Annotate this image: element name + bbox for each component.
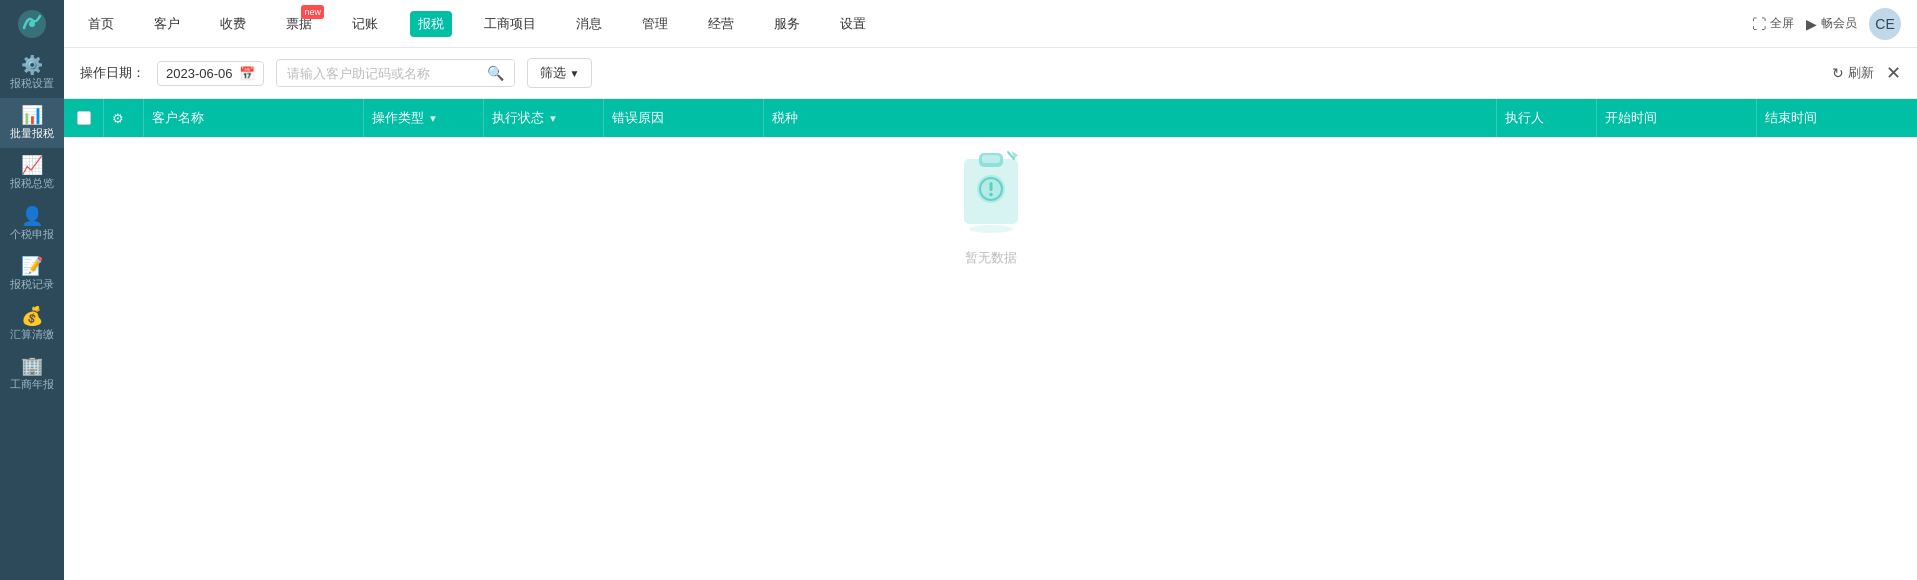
sidebar-item-label: 批量报税 — [10, 127, 54, 140]
nav-home[interactable]: 首页 — [80, 11, 122, 37]
sort-icon: ▼ — [548, 113, 558, 124]
svg-point-9 — [989, 193, 993, 197]
filter-button[interactable]: 筛选 ▼ — [527, 58, 593, 88]
chevron-down-icon: ▼ — [570, 68, 580, 79]
nav-gongshang[interactable]: 工商项目 — [476, 11, 544, 37]
nav-fuwu[interactable]: 服务 — [766, 11, 808, 37]
header-checkbox[interactable] — [77, 111, 91, 125]
nav-jingying[interactable]: 经营 — [700, 11, 742, 37]
sidebar-item-label: 报税设置 — [10, 77, 54, 90]
th-start-time: 开始时间 — [1597, 99, 1757, 137]
fullscreen-icon: ⛶ — [1752, 16, 1766, 32]
topnav: 首页 客户 收费 票据 new 记账 报税 工商项目 消息 — [64, 0, 1917, 48]
sidebar-item-gongshang-nianbao[interactable]: 🏢 工商年报 — [0, 349, 64, 399]
table-scroll-area[interactable]: 暂无数据 — [64, 137, 1917, 580]
nav-shoufei[interactable]: 收费 — [212, 11, 254, 37]
settings-icon: ⚙ — [112, 111, 124, 126]
nav-guanli[interactable]: 管理 — [634, 11, 676, 37]
table-header: ⚙ 客户名称 操作类型 ▼ 执行状态 ▼ 错误原因 税种 — [64, 99, 1917, 137]
sidebar-item-baoshui-shezhi[interactable]: ⚙️ 报税设置 — [0, 48, 64, 98]
calendar-icon: 📅 — [239, 66, 255, 81]
sidebar-item-label: 汇算清缴 — [10, 328, 54, 341]
search-button[interactable]: 🔍 — [477, 60, 514, 86]
th-executor: 执行人 — [1497, 99, 1597, 137]
main-wrapper: 首页 客户 收费 票据 new 记账 报税 工商项目 消息 — [64, 0, 1917, 580]
nianbao-icon: 🏢 — [21, 357, 43, 375]
svg-rect-5 — [982, 155, 1000, 163]
refresh-icon: ↻ — [1832, 65, 1844, 81]
topnav-right: ⛶ 全屏 ▶ 畅会员 CE — [1752, 8, 1901, 40]
svg-point-12 — [969, 225, 1013, 233]
sort-icon: ▼ — [428, 113, 438, 124]
th-tax-type: 税种 — [764, 99, 1497, 137]
piaoju-new-badge: new — [301, 5, 324, 19]
search-input[interactable] — [277, 61, 477, 86]
sidebar-item-label: 报税记录 — [10, 278, 54, 291]
sidebar-logo — [0, 0, 64, 48]
th-end-time: 结束时间 — [1757, 99, 1917, 137]
table-body: 暂无数据 — [64, 137, 1917, 267]
fullscreen-button[interactable]: ⛶ 全屏 — [1752, 15, 1794, 32]
sidebar-item-geshui-shenbao[interactable]: 👤 个税申报 — [0, 199, 64, 249]
refresh-button[interactable]: ↻ 刷新 — [1832, 64, 1874, 82]
huisuan-icon: 💰 — [21, 307, 43, 325]
close-button[interactable]: ✕ — [1886, 64, 1901, 82]
th-exec-status[interactable]: 执行状态 ▼ — [484, 99, 604, 137]
empty-text: 暂无数据 — [965, 249, 1017, 267]
geshui-icon: 👤 — [21, 207, 43, 225]
member-icon: ▶ — [1806, 16, 1817, 32]
sidebar-item-huisuan-jiaona[interactable]: 💰 汇算清缴 — [0, 299, 64, 349]
svg-rect-8 — [989, 182, 992, 191]
date-picker[interactable]: 2023-06-06 📅 — [157, 61, 264, 86]
sidebar: ⚙️ 报税设置 📊 批量报税 📈 报税总览 👤 个税申报 📝 报税记录 💰 汇算… — [0, 0, 64, 580]
nav-items: 首页 客户 收费 票据 new 记账 报税 工商项目 消息 — [80, 11, 1752, 37]
nav-jiezhang[interactable]: 记账 — [344, 11, 386, 37]
date-label: 操作日期： — [80, 64, 145, 82]
avatar[interactable]: CE — [1869, 8, 1901, 40]
table-container: ⚙ 客户名称 操作类型 ▼ 执行状态 ▼ 错误原因 税种 — [64, 99, 1917, 580]
member-button[interactable]: ▶ 畅会员 — [1806, 15, 1857, 32]
baoshui-shezhi-icon: ⚙️ — [21, 56, 43, 74]
search-icon: 🔍 — [487, 65, 504, 81]
nav-customer[interactable]: 客户 — [146, 11, 188, 37]
nav-baoshui[interactable]: 报税 — [410, 11, 452, 37]
empty-illustration — [946, 137, 1036, 237]
sidebar-item-piliang-baoshui[interactable]: 📊 批量报税 — [0, 98, 64, 148]
nav-piaoju[interactable]: 票据 new — [278, 11, 320, 37]
empty-state: 暂无数据 — [946, 137, 1036, 267]
th-settings[interactable]: ⚙ — [104, 99, 144, 137]
filter-label: 筛选 — [540, 64, 566, 82]
search-wrapper: 🔍 — [276, 59, 515, 87]
th-op-type[interactable]: 操作类型 ▼ — [364, 99, 484, 137]
th-checkbox[interactable] — [64, 99, 104, 137]
sidebar-item-label: 报税总览 — [10, 177, 54, 190]
sidebar-item-label: 工商年报 — [10, 378, 54, 391]
nav-xiaoxi[interactable]: 消息 — [568, 11, 610, 37]
th-client-name: 客户名称 — [144, 99, 364, 137]
baoshui-zonglang-icon: 📈 — [21, 156, 43, 174]
sidebar-item-baoshui-zonglang[interactable]: 📈 报税总览 — [0, 148, 64, 198]
jilu-icon: 📝 — [21, 257, 43, 275]
close-icon: ✕ — [1886, 63, 1901, 83]
toolbar: 操作日期： 2023-06-06 📅 🔍 筛选 ▼ ↻ 刷新 ✕ — [64, 48, 1917, 99]
date-value: 2023-06-06 — [166, 66, 233, 81]
sidebar-item-label: 个税申报 — [10, 228, 54, 241]
content-area: 操作日期： 2023-06-06 📅 🔍 筛选 ▼ ↻ 刷新 ✕ — [64, 48, 1917, 580]
th-error-reason: 错误原因 — [604, 99, 764, 137]
sidebar-item-baoshui-jilu[interactable]: 📝 报税记录 — [0, 249, 64, 299]
nav-shezhi[interactable]: 设置 — [832, 11, 874, 37]
svg-point-1 — [29, 21, 35, 27]
piliang-baoshui-icon: 📊 — [21, 106, 43, 124]
